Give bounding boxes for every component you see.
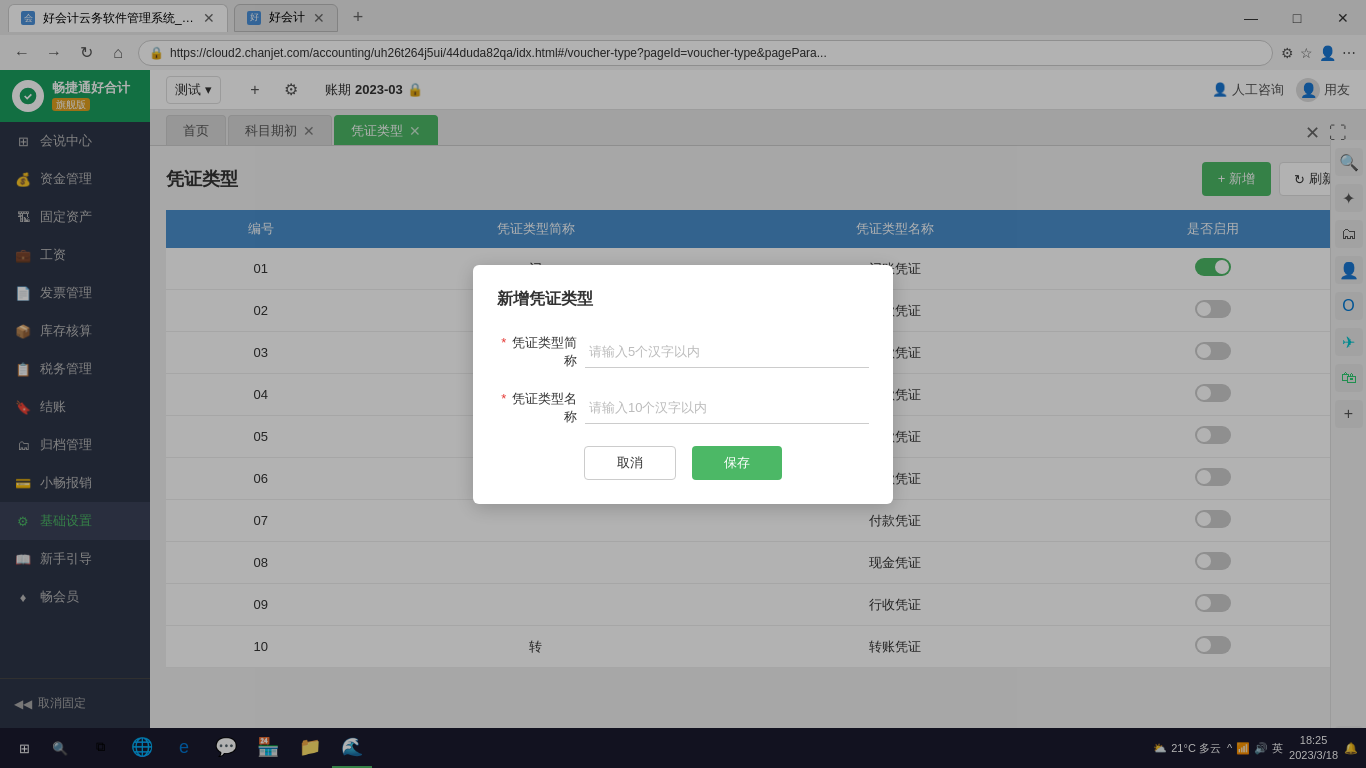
- form-label-name: * 凭证类型名称: [497, 390, 577, 426]
- modal-actions: 取消 保存: [497, 446, 869, 480]
- form-row-name: * 凭证类型名称: [497, 390, 869, 426]
- modal-overlay: 新增凭证类型 * 凭证类型简称 * 凭证类型名称 取消 保存: [0, 0, 1366, 768]
- required-abbr: *: [501, 335, 506, 350]
- abbr-input[interactable]: [585, 336, 869, 368]
- add-voucher-modal: 新增凭证类型 * 凭证类型简称 * 凭证类型名称 取消 保存: [473, 265, 893, 504]
- modal-save-button[interactable]: 保存: [692, 446, 782, 480]
- form-row-abbr: * 凭证类型简称: [497, 334, 869, 370]
- required-name: *: [501, 391, 506, 406]
- modal-cancel-button[interactable]: 取消: [584, 446, 676, 480]
- name-input[interactable]: [585, 392, 869, 424]
- modal-title: 新增凭证类型: [497, 289, 869, 310]
- form-label-abbr: * 凭证类型简称: [497, 334, 577, 370]
